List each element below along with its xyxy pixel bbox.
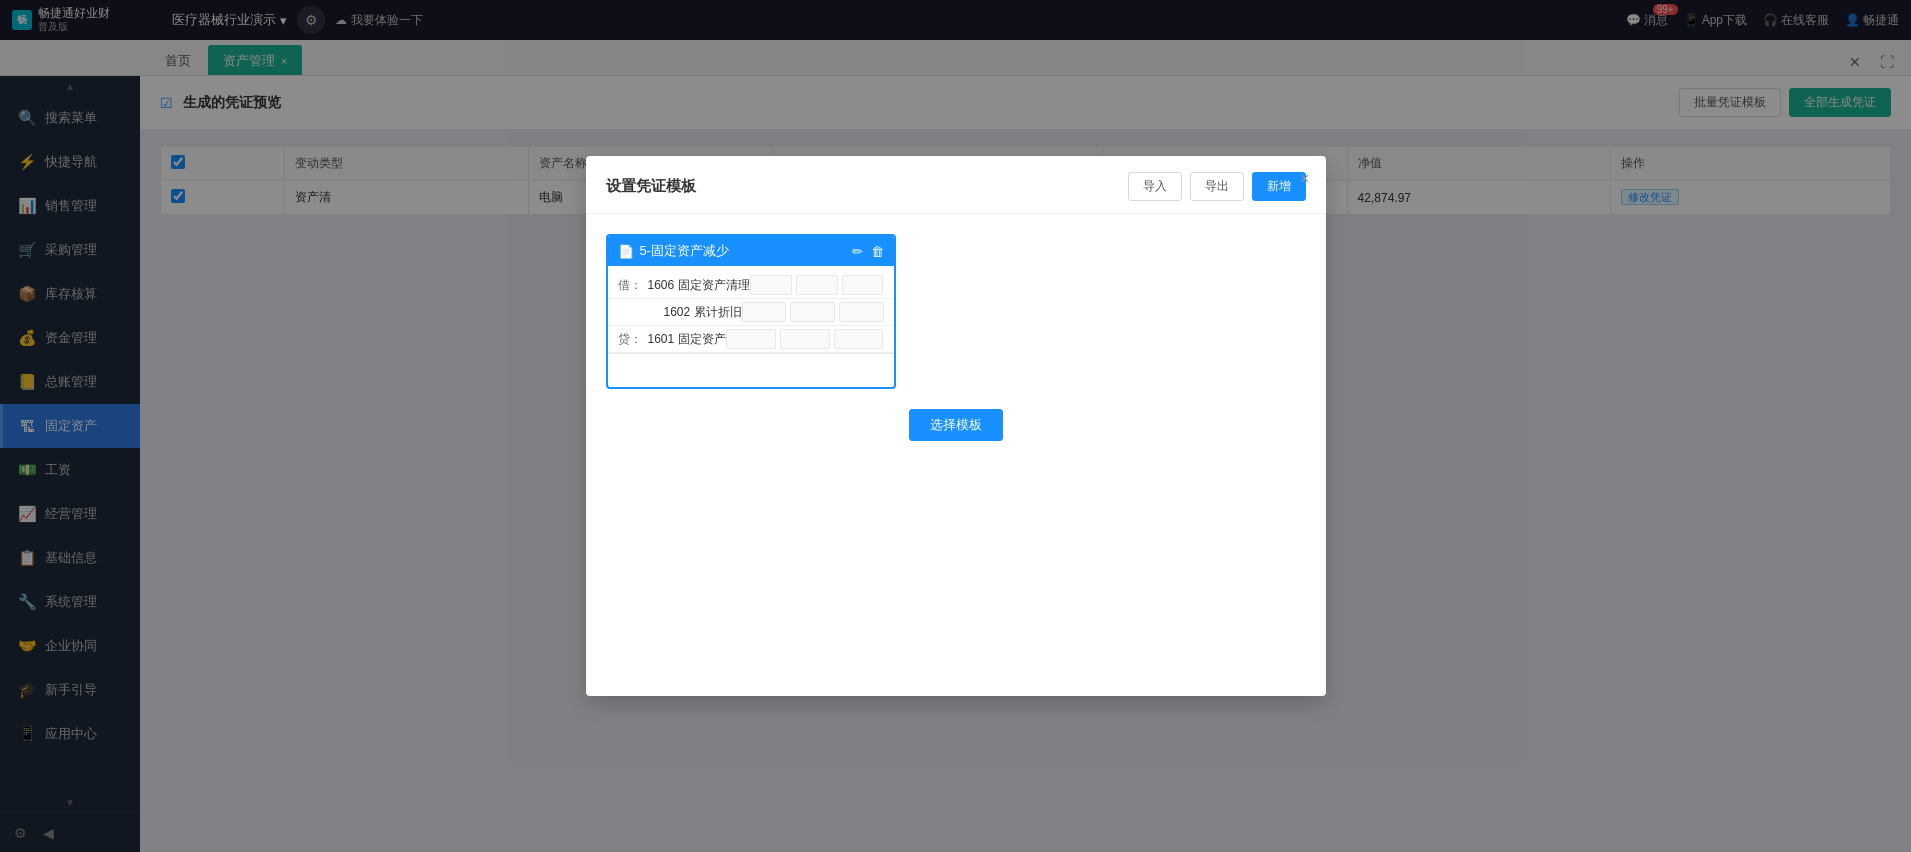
template-row-debit1: 借： 1606 固定资产清理 (608, 272, 894, 299)
modal-set-template: 设置凭证模板 导入 导出 新增 × 📄 5-固定资产减少 ✏ 🗑 (586, 156, 1326, 696)
choose-template-button[interactable]: 选择模板 (909, 409, 1003, 441)
modal-overlay: 设置凭证模板 导入 导出 新增 × 📄 5-固定资产减少 ✏ 🗑 (0, 0, 1911, 852)
cell-6 (839, 302, 884, 322)
cell-8 (780, 329, 830, 349)
template-name: 5-固定资产减少 (640, 242, 730, 260)
template-row-credit1: 贷： 1601 固定资产 (608, 326, 894, 353)
credit1-cells (726, 329, 884, 349)
template-card: 📄 5-固定资产减少 ✏ 🗑 借： 1606 固定资产清理 (606, 234, 896, 389)
modal-header-actions: 导入 导出 新增 (1128, 172, 1306, 201)
modal-close-button[interactable]: × (1300, 170, 1309, 188)
cell-5 (790, 302, 835, 322)
new-template-button[interactable]: 新增 (1252, 172, 1306, 201)
cell-7 (726, 329, 776, 349)
import-button[interactable]: 导入 (1128, 172, 1182, 201)
choose-template-container: 选择模板 (606, 409, 1306, 441)
cell-4 (742, 302, 787, 322)
debit1-cells (750, 275, 884, 295)
template-doc-icon: 📄 (618, 244, 634, 259)
template-card-body: 借： 1606 固定资产清理 1602 累计折旧 (608, 266, 894, 387)
export-button[interactable]: 导出 (1190, 172, 1244, 201)
debit-label-1: 借： (618, 277, 648, 294)
template-delete-icon[interactable]: 🗑 (871, 244, 884, 259)
template-card-header-actions: ✏ 🗑 (852, 244, 884, 259)
debit2-cells (742, 302, 884, 322)
account-code-3: 1601 固定资产 (648, 331, 726, 348)
cell-2 (796, 275, 838, 295)
template-card-header: 📄 5-固定资产减少 ✏ 🗑 (608, 236, 894, 266)
modal-header: 设置凭证模板 导入 导出 新增 × (586, 156, 1326, 214)
cell-1 (750, 275, 792, 295)
account-code-2: 1602 累计折旧 (648, 304, 742, 321)
account-code-1: 1606 固定资产清理 (648, 277, 750, 294)
template-row-debit2: 1602 累计折旧 (608, 299, 894, 326)
template-edit-icon[interactable]: ✏ (852, 244, 863, 259)
modal-body: 📄 5-固定资产减少 ✏ 🗑 借： 1606 固定资产清理 (586, 214, 1326, 696)
template-footer (608, 353, 894, 381)
modal-title: 设置凭证模板 (606, 177, 696, 196)
cell-3 (842, 275, 884, 295)
credit-label-1: 贷： (618, 331, 648, 348)
cell-9 (834, 329, 884, 349)
